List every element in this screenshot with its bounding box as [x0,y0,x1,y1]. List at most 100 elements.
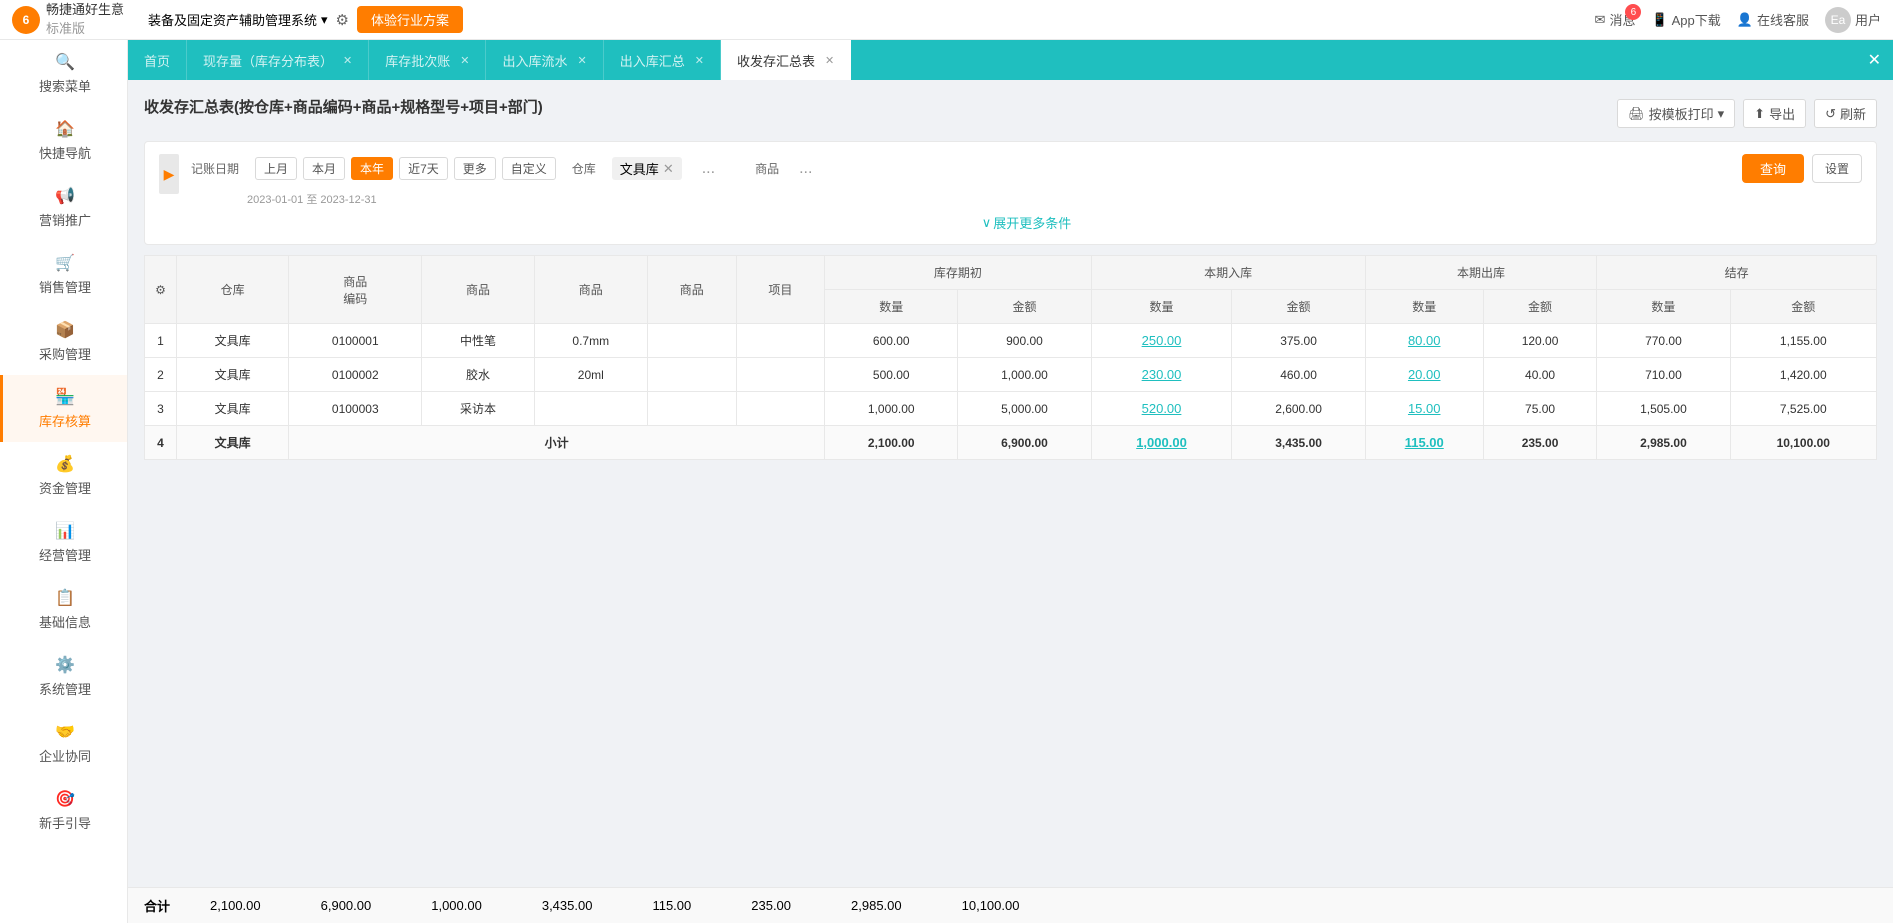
sidebar-item-basic[interactable]: 📋 基础信息 [0,576,127,643]
export-label: 导出 [1769,104,1795,123]
subtotal-qty-in-link[interactable]: 1,000.00 [1136,435,1187,450]
tab-inout-flow[interactable]: 出入库流水 ✕ [486,40,603,80]
col-sub-qty-out: 数量 [1365,290,1483,324]
message-action[interactable]: ✉ 消息 6 [1595,10,1636,29]
experience-button[interactable]: 体验行业方案 [357,6,463,33]
sidebar-item-search[interactable]: 🔍 搜索菜单 [0,40,127,107]
date-btn-this-month[interactable]: 本月 [303,157,345,180]
print-dropdown-icon: ▾ [1718,106,1725,122]
date-btn-7days[interactable]: 近7天 [399,157,448,180]
row1-qty-out[interactable]: 80.00 [1365,324,1483,358]
tab-bar-close[interactable]: ✕ [1868,50,1893,70]
filter-row-date: 记账日期 上月 本月 本年 近7天 更多 自定义 仓库 文 [191,154,1862,183]
row1-dept [736,324,825,358]
app-download-action[interactable]: 📱 App下载 [1651,10,1720,29]
tab-inout-summary[interactable]: 出入库汇总 ✕ [604,40,721,80]
subtotal-qty-in[interactable]: 1,000.00 [1091,426,1232,460]
row1-no: 1 [145,324,177,358]
row2-qty-in[interactable]: 230.00 [1091,358,1232,392]
row1-qty-in-link[interactable]: 250.00 [1142,333,1182,348]
tab-inout-summary-label: 出入库汇总 [620,51,685,70]
home-icon: 🏠 [55,119,75,139]
row2-project [648,358,737,392]
row2-qty-in-link[interactable]: 230.00 [1142,367,1182,382]
online-service-action[interactable]: 👤 在线客服 [1737,10,1809,29]
row1-code: 0100001 [289,324,422,358]
refresh-button[interactable]: ↺ 刷新 [1814,99,1877,128]
subtotal-qty-out[interactable]: 115.00 [1365,426,1483,460]
warehouse-more-btn[interactable]: ... [698,160,719,178]
row2-qty-out-link[interactable]: 20.00 [1408,367,1441,382]
row3-qty-out[interactable]: 15.00 [1365,392,1483,426]
tab-batch[interactable]: 库存批次账 ✕ [369,40,486,80]
tab-inout-flow-close[interactable]: ✕ [578,54,587,67]
sidebar-item-sales[interactable]: 🛒 销售管理 [0,241,127,308]
sidebar-label-enterprise: 企业协同 [39,746,91,765]
expand-link[interactable]: ∨ 展开更多条件 [982,213,1072,232]
expand-label: 展开更多条件 [993,213,1071,232]
row1-qty-in[interactable]: 250.00 [1091,324,1232,358]
filter-warehouse-label: 仓库 [572,160,596,177]
goods-filter-label: 商品 [755,160,779,177]
tab-inout-summary-close[interactable]: ✕ [695,54,704,67]
sidebar-item-enterprise[interactable]: 🤝 企业协同 [0,710,127,777]
row3-qty-out-link[interactable]: 15.00 [1408,401,1441,416]
service-icon: 👤 [1737,12,1753,28]
user-action[interactable]: Ea 用户 [1825,7,1881,33]
row2-no: 2 [145,358,177,392]
subtotal-amt-open: 6,900.00 [958,426,1091,460]
search-icon: 🔍 [55,52,75,72]
row2-qty-out[interactable]: 20.00 [1365,358,1483,392]
row1-qty-close: 770.00 [1597,324,1730,358]
row2-qty-open: 500.00 [825,358,958,392]
system-icon: ⚙️ [55,655,75,675]
sidebar-item-system[interactable]: ⚙️ 系统管理 [0,643,127,710]
row1-qty-out-link[interactable]: 80.00 [1408,333,1441,348]
filter-collapse-btn[interactable]: ▶ [159,154,179,194]
settings-button[interactable]: 设置 [1812,154,1862,183]
sidebar-item-business[interactable]: 📊 经营管理 [0,509,127,576]
settings-col-header[interactable]: ⚙ [145,256,177,324]
tab-stock-dist[interactable]: 现存量（库存分布表） ✕ [187,40,369,80]
expand-icon: ∨ [982,215,992,231]
subtotal-qty-out-link[interactable]: 115.00 [1405,435,1444,450]
top-bar-left: 6 畅捷通好生意 标准版 装备及固定资产辅助管理系统 ▾ ⚙ 体验行业方案 [12,1,463,37]
sidebar-item-finance[interactable]: 💰 资金管理 [0,442,127,509]
sidebar-item-marketing[interactable]: 📢 营销推广 [0,174,127,241]
date-range-text: 2023-01-01 至 2023-12-31 [247,191,1862,207]
top-bar-right: ✉ 消息 6 📱 App下载 👤 在线客服 Ea 用户 [1595,7,1881,33]
date-btn-last-month[interactable]: 上月 [255,157,297,180]
date-btn-this-year[interactable]: 本年 [351,157,393,180]
date-btn-more[interactable]: 更多 [454,157,496,180]
sidebar-item-purchase[interactable]: 📦 采购管理 [0,308,127,375]
query-button[interactable]: 查询 [1742,154,1804,183]
tab-stock-dist-close[interactable]: ✕ [343,54,352,67]
export-button[interactable]: ⬆ 导出 [1743,99,1806,128]
sidebar-item-quick[interactable]: 🏠 快捷导航 [0,107,127,174]
row3-qty-in[interactable]: 520.00 [1091,392,1232,426]
date-btn-custom[interactable]: 自定义 [502,157,556,180]
tab-stock-dist-label: 现存量（库存分布表） [203,51,333,70]
settings-icon[interactable]: ⚙ [336,11,349,29]
tab-receipt-summary-close[interactable]: ✕ [825,54,834,67]
tab-receipt-summary[interactable]: 收发存汇总表 ✕ [721,40,851,80]
tab-home-label: 首页 [144,51,170,70]
print-template-button[interactable]: 🖨 按模板打印 ▾ [1617,99,1735,128]
tab-inout-flow-label: 出入库流水 [502,51,567,70]
goods-more-btn[interactable]: ... [795,160,816,178]
sidebar-item-inventory[interactable]: 🏪 库存核算 [0,375,127,442]
row3-qty-in-link[interactable]: 520.00 [1142,401,1182,416]
system-title-text: 装备及固定资产辅助管理系统 [148,10,317,29]
table-body: 1 文具库 0100001 中性笔 0.7mm 600.00 900.00 25… [145,324,1877,460]
system-title-select[interactable]: 装备及固定资产辅助管理系统 ▾ [148,10,328,29]
filter-section: ▶ 记账日期 上月 本月 本年 近7天 更多 自定义 [144,141,1877,245]
row3-amt-out: 75.00 [1483,392,1597,426]
col-header-close-stock: 结存 [1597,256,1877,290]
tab-home[interactable]: 首页 [128,40,187,80]
tab-batch-close[interactable]: ✕ [460,54,469,67]
sidebar-item-guide[interactable]: 🎯 新手引导 [0,777,127,844]
sidebar-label-system: 系统管理 [39,679,91,698]
warehouse-tag-close[interactable]: ✕ [663,161,674,177]
tab-batch-label: 库存批次账 [385,51,450,70]
table-row: 3 文具库 0100003 采访本 1,000.00 5,000.00 520.… [145,392,1877,426]
